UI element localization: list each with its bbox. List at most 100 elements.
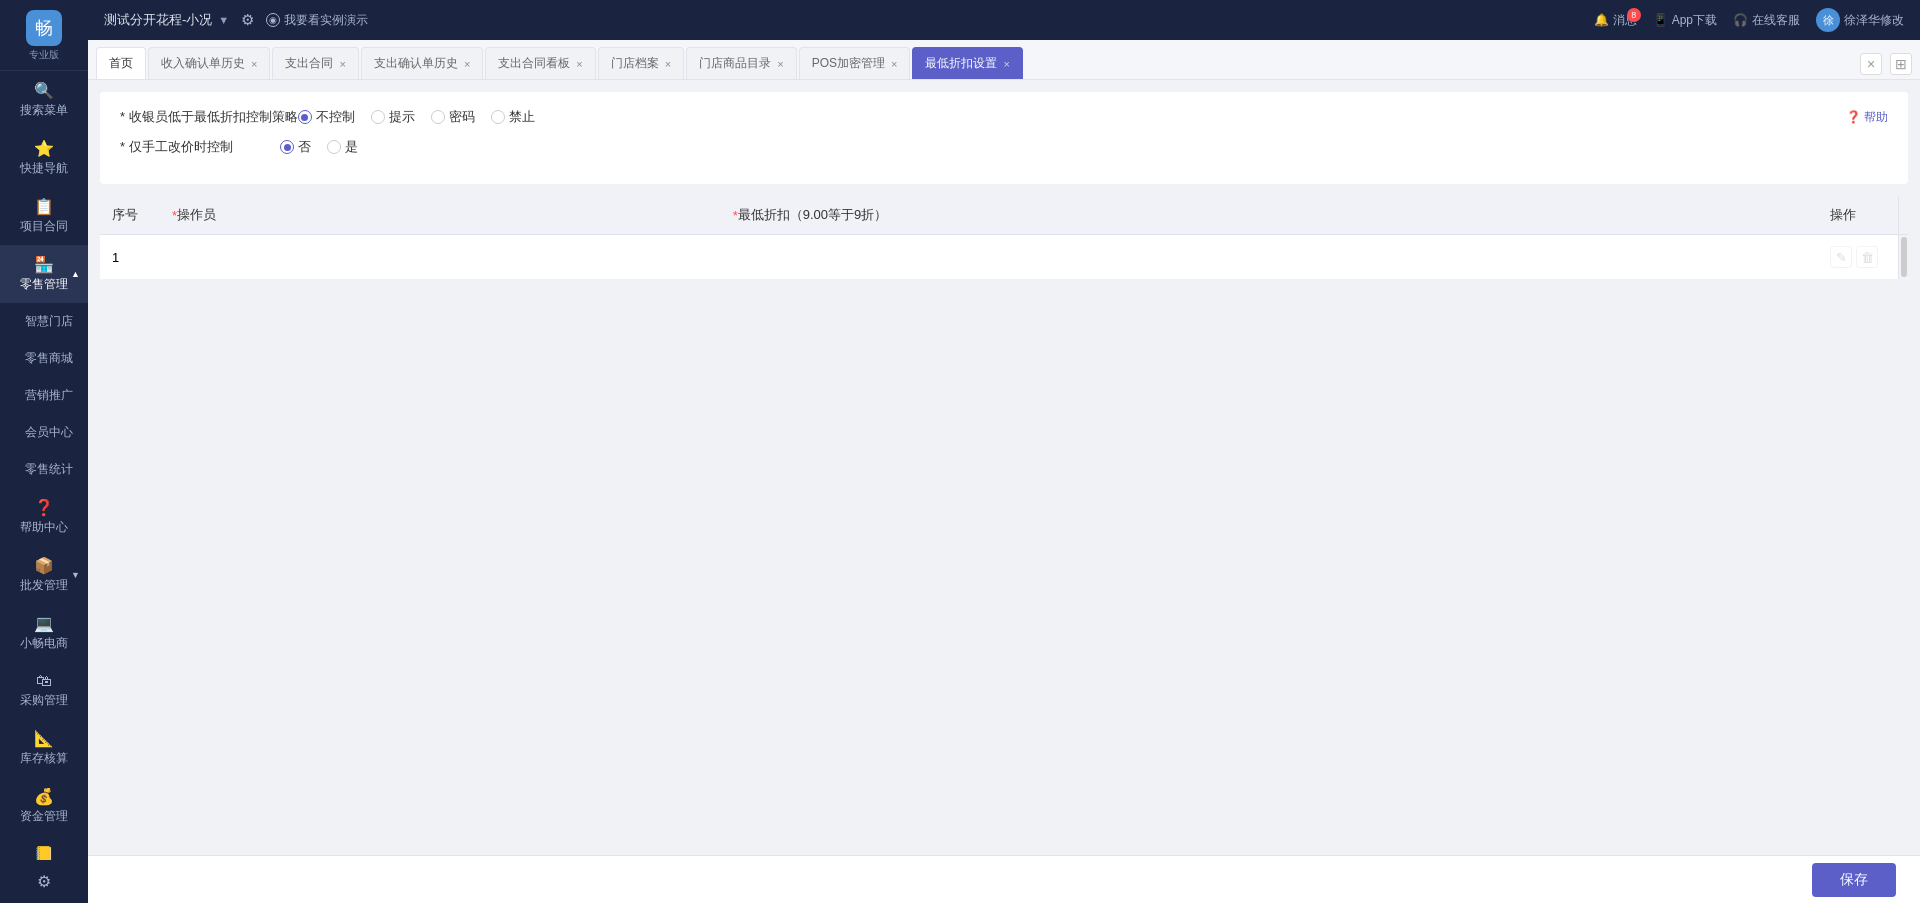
sidebar-item-retail[interactable]: 🏪 零售管理 ▲ — [0, 245, 88, 303]
demo-link[interactable]: ◉ 我要看实例演示 — [266, 12, 368, 29]
radio-hint[interactable]: 提示 — [371, 108, 415, 126]
scrollbar-row — [1898, 235, 1908, 279]
customer-service-button[interactable]: 🎧 在线客服 — [1733, 12, 1800, 29]
main-area: 测试分开花程-小况 ▼ ⚙ ◉ 我要看实例演示 🔔 消息 8 📱 App下载 🎧… — [88, 0, 1920, 903]
sidebar-item-label: 搜索菜单 — [20, 102, 68, 119]
expand-tabs-button[interactable]: ⊞ — [1890, 53, 1912, 75]
avatar: 徐 — [1816, 8, 1840, 32]
col-discount-label: 最低折扣（9.00等于9折） — [738, 206, 888, 224]
tab-label: 门店商品目录 — [699, 55, 771, 72]
sidebar-item-label: 零售管理 — [20, 276, 68, 293]
sidebar-item-wholesale[interactable]: 📦 批发管理 ▼ — [0, 546, 88, 604]
tab-store-file[interactable]: 门店档案 × — [598, 47, 684, 79]
sidebar-item-capital[interactable]: 💰 资金管理 — [0, 777, 88, 835]
tab-min-discount[interactable]: 最低折扣设置 × — [912, 47, 1022, 79]
sidebar-item-retail-stat[interactable]: 零售统计 — [0, 451, 88, 488]
sidebar-item-label: 小畅电商 — [20, 635, 68, 652]
sidebar-item-label: 零售统计 — [25, 461, 73, 478]
close-icon[interactable]: × — [665, 58, 671, 70]
close-icon[interactable]: × — [339, 58, 345, 70]
radio-forbid[interactable]: 禁止 — [491, 108, 535, 126]
cell-seq: 1 — [100, 235, 160, 279]
retail-icon: 🏪 — [34, 255, 54, 274]
close-icon[interactable]: × — [464, 58, 470, 70]
radio-none[interactable]: 不控制 — [298, 108, 355, 126]
sidebar-settings[interactable]: ⚙ — [37, 860, 51, 903]
chevron-down-icon: ▼ — [71, 570, 80, 580]
sidebar-item-label: 营销推广 — [25, 387, 73, 404]
close-icon[interactable]: × — [891, 58, 897, 70]
tab-income-confirm[interactable]: 收入确认单历史 × — [148, 47, 270, 79]
project-selector[interactable]: 测试分开花程-小况 ▼ — [104, 11, 229, 29]
edit-button[interactable]: ✎ — [1830, 246, 1852, 268]
inventory-icon: 📐 — [34, 729, 54, 748]
radio-circle-forbid — [491, 110, 505, 124]
box-icon: 📦 — [34, 556, 54, 575]
content-area: * 收银员低于最低折扣控制策略 不控制 提示 密码 — [88, 80, 1920, 855]
sidebar-item-online-store[interactable]: 零售商城 — [0, 340, 88, 377]
tab-payment-confirm[interactable]: 支出确认单历史 × — [361, 47, 483, 79]
manual-label: * 仅手工改价时控制 — [120, 138, 280, 156]
sidebar-item-shortcut[interactable]: ⭐ 快捷导航 — [0, 129, 88, 187]
app-download-button[interactable]: 📱 App下载 — [1653, 12, 1717, 29]
project-name: 测试分开花程-小况 — [104, 11, 212, 29]
col-header-operator: * 操作员 — [160, 196, 721, 234]
close-icon[interactable]: × — [1003, 58, 1009, 70]
help-icon: ❓ — [34, 498, 54, 517]
tab-label: 首页 — [109, 55, 133, 72]
sidebar-item-label: 会员中心 — [25, 424, 73, 441]
sidebar-item-label: 库存核算 — [20, 750, 68, 767]
sidebar-item-search[interactable]: 🔍 搜索菜单 — [0, 71, 88, 129]
tab-payment-contract[interactable]: 支出合同 × — [272, 47, 358, 79]
tab-home[interactable]: 首页 — [96, 47, 146, 79]
close-icon[interactable]: × — [576, 58, 582, 70]
logo-icon: 畅 — [26, 10, 62, 46]
sidebar-item-account[interactable]: 📒 总账管理 — [0, 835, 88, 860]
tab-payment-board[interactable]: 支出合同看板 × — [485, 47, 595, 79]
sidebar-item-member[interactable]: 会员中心 — [0, 414, 88, 451]
message-badge: 8 — [1627, 8, 1641, 22]
topbar-right: 🔔 消息 8 📱 App下载 🎧 在线客服 徐 徐泽华修改 — [1594, 8, 1904, 32]
service-icon: 🎧 — [1733, 13, 1748, 27]
sidebar-item-help[interactable]: ❓ 帮助中心 — [0, 488, 88, 546]
tab-pos-password[interactable]: POS加密管理 × — [799, 47, 911, 79]
message-button[interactable]: 🔔 消息 8 — [1594, 12, 1637, 29]
download-icon: 📱 — [1653, 13, 1668, 27]
tab-store-products[interactable]: 门店商品目录 × — [686, 47, 796, 79]
help-link[interactable]: ❓ 帮助 — [1846, 109, 1888, 126]
sidebar-item-project[interactable]: 📋 项目合同 — [0, 187, 88, 245]
tabs-extra: × ⊞ — [1860, 53, 1912, 79]
topbar-settings-button[interactable]: ⚙ — [241, 11, 254, 29]
manual-radio-group: 否 是 — [280, 138, 358, 156]
radio-password[interactable]: 密码 — [431, 108, 475, 126]
radio-yes[interactable]: 是 — [327, 138, 358, 156]
star-icon: ⭐ — [34, 139, 54, 158]
tab-label: POS加密管理 — [812, 55, 885, 72]
topbar: 测试分开花程-小况 ▼ ⚙ ◉ 我要看实例演示 🔔 消息 8 📱 App下载 🎧… — [88, 0, 1920, 40]
user-menu[interactable]: 徐 徐泽华修改 — [1816, 8, 1904, 32]
sidebar-item-inventory[interactable]: 📐 库存核算 — [0, 719, 88, 777]
sidebar-item-marketing[interactable]: 营销推广 — [0, 377, 88, 414]
sidebar-item-ecommerce[interactable]: 💻 小畅电商 — [0, 604, 88, 662]
radio-no[interactable]: 否 — [280, 138, 311, 156]
demo-circle-icon: ◉ — [266, 13, 280, 27]
radio-circle-none — [298, 110, 312, 124]
sidebar-item-label: 帮助中心 — [20, 519, 68, 536]
chevron-down-icon: ▲ — [71, 269, 80, 279]
sidebar-item-label: 采购管理 — [20, 692, 68, 709]
action-buttons: ✎ 🗑 — [1830, 246, 1878, 268]
delete-button[interactable]: 🗑 — [1856, 246, 1878, 268]
user-name: 徐泽华修改 — [1844, 12, 1904, 29]
close-icon[interactable]: × — [251, 58, 257, 70]
cell-discount — [721, 235, 1818, 279]
sidebar-item-purchase[interactable]: 🛍 采购管理 — [0, 662, 88, 719]
close-icon[interactable]: × — [777, 58, 783, 70]
strategy-label: * 收银员低于最低折扣控制策略 — [120, 108, 298, 126]
book-icon: 📒 — [34, 845, 54, 860]
sidebar-item-smart-store[interactable]: 智慧门店 — [0, 303, 88, 340]
radio-label: 否 — [298, 138, 311, 156]
scrollbar-thumb[interactable] — [1901, 237, 1907, 277]
demo-text: 我要看实例演示 — [284, 12, 368, 29]
save-button[interactable]: 保存 — [1812, 863, 1896, 897]
close-tab-button[interactable]: × — [1860, 53, 1882, 75]
